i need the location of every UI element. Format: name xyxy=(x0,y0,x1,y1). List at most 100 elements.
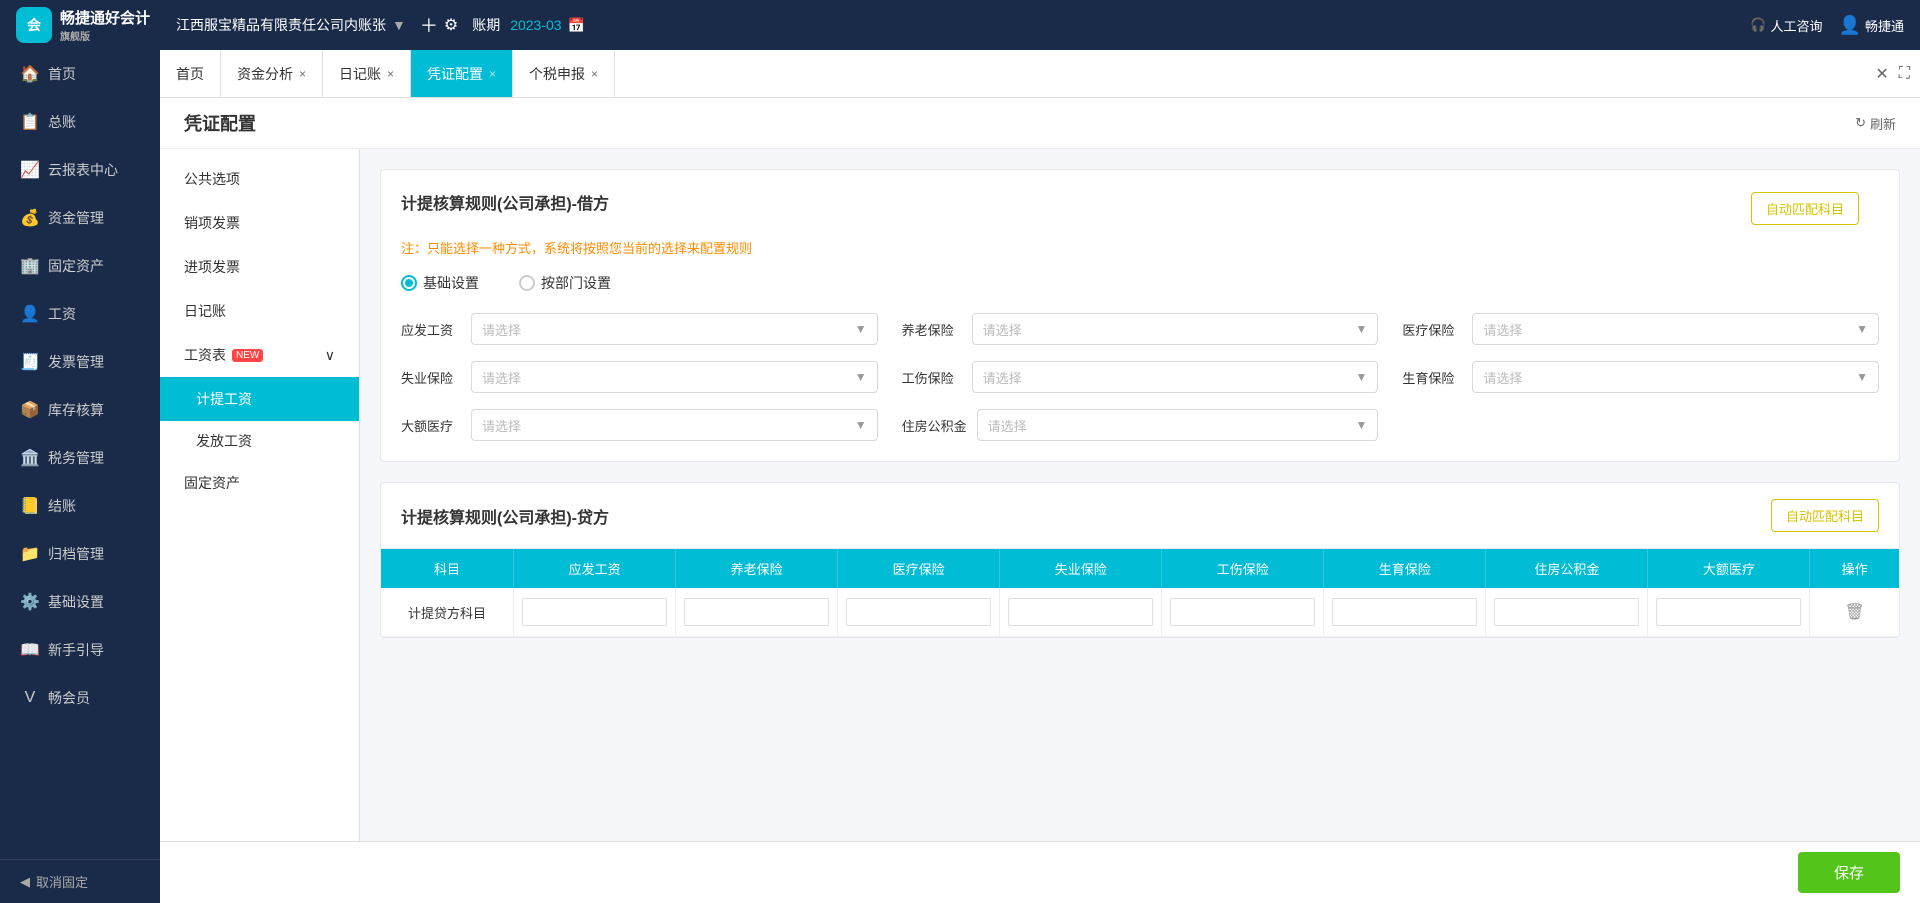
col-work-injury: 工伤保险 xyxy=(1162,549,1324,588)
topbar-company[interactable]: 江西服宝精品有限责任公司内账张 ▼ ＋ ⚙ 账期 2023-03 📅 xyxy=(176,12,1750,38)
input-work-injury[interactable] xyxy=(1170,598,1315,626)
sidebar-item-close[interactable]: 📒 结账 xyxy=(0,482,160,530)
user-name: 畅捷通 xyxy=(1865,16,1904,35)
cell-housing-fund-input[interactable] xyxy=(1486,588,1648,636)
left-menu-payroll-accrual[interactable]: 计提工资 xyxy=(160,377,359,421)
calendar-icon[interactable]: 📅 xyxy=(568,17,585,34)
field-work-injury-select[interactable]: 请选择 ▼ xyxy=(972,361,1379,393)
sidebar-item-payroll[interactable]: 👤 工资 xyxy=(0,290,160,338)
debit-auto-match-button[interactable]: 自动匹配科目 xyxy=(1751,192,1859,225)
cell-large-medical-input[interactable] xyxy=(1648,588,1810,636)
save-button[interactable]: 保存 xyxy=(1798,852,1900,893)
sidebar-item-inventory[interactable]: 📦 库存核算 xyxy=(0,386,160,434)
cell-unemployment-input[interactable] xyxy=(1000,588,1162,636)
left-menu: 公共选项 销项发票 进项发票 日记账 工资表 NEW ∨ xyxy=(160,149,360,841)
refresh-button[interactable]: ↻ 刷新 xyxy=(1855,114,1896,133)
settings-sidebar-icon: ⚙️ xyxy=(20,592,40,612)
tab-tax-report[interactable]: 个税申报 × xyxy=(513,50,615,97)
sidebar-item-reports[interactable]: 📈 云报表中心 xyxy=(0,146,160,194)
field-medical-select[interactable]: 请选择 ▼ xyxy=(1472,313,1879,345)
field-housing-fund: 住房公积金 请选择 ▼ xyxy=(902,409,1379,441)
radio-basic[interactable]: 基础设置 xyxy=(401,273,479,293)
col-medical: 医疗保险 xyxy=(838,549,1000,588)
sidebar-label-home: 首页 xyxy=(48,64,76,84)
tab-fund-analysis[interactable]: 资金分析 × xyxy=(221,50,323,97)
add-company-icon[interactable]: ＋ xyxy=(420,12,438,38)
tab-expand-icon[interactable]: ⛶ xyxy=(1899,65,1910,83)
sidebar-label-guide: 新手引导 xyxy=(48,640,104,660)
sidebar-item-archive[interactable]: 📁 归档管理 xyxy=(0,530,160,578)
field-pension-arrow-icon: ▼ xyxy=(1355,322,1367,336)
input-salary[interactable] xyxy=(522,598,667,626)
col-salary: 应发工资 xyxy=(514,549,676,588)
sidebar-item-vip[interactable]: V 畅会员 xyxy=(0,674,160,722)
cell-maternity-input[interactable] xyxy=(1324,588,1486,636)
service-area[interactable]: 🎧 人工咨询 xyxy=(1750,16,1822,35)
sidebar-item-ledger[interactable]: 📋 总账 xyxy=(0,98,160,146)
cell-pension-input[interactable] xyxy=(676,588,838,636)
tab-journal[interactable]: 日记账 × xyxy=(323,50,411,97)
left-menu-payroll-sheet[interactable]: 工资表 NEW ∨ xyxy=(160,333,359,377)
user-area[interactable]: 👤 畅捷通 xyxy=(1839,15,1904,36)
field-salary-select[interactable]: 请选择 ▼ xyxy=(471,313,878,345)
col-pension: 养老保险 xyxy=(676,549,838,588)
tab-voucher-config-close[interactable]: × xyxy=(489,67,496,81)
tab-journal-close[interactable]: × xyxy=(387,67,394,81)
left-menu-journal[interactable]: 日记账 xyxy=(160,289,359,333)
tab-voucher-config[interactable]: 凭证配置 × xyxy=(411,50,513,97)
left-menu-fixed-assets-label: 固定资产 xyxy=(184,473,240,493)
field-large-medical-select[interactable]: 请选择 ▼ xyxy=(471,409,878,441)
cell-action[interactable]: 🗑 xyxy=(1810,588,1899,636)
sidebar-item-tax[interactable]: 🏛️ 税务管理 xyxy=(0,434,160,482)
left-menu-fixed-assets[interactable]: 固定资产 xyxy=(160,461,359,505)
input-unemployment[interactable] xyxy=(1008,598,1153,626)
credit-auto-match-button[interactable]: 自动匹配科目 xyxy=(1771,499,1879,532)
tab-home[interactable]: 首页 xyxy=(160,50,221,97)
field-maternity-select[interactable]: 请选择 ▼ xyxy=(1472,361,1879,393)
cancel-fix-button[interactable]: ◀ 取消固定 xyxy=(0,859,160,903)
radio-dept[interactable]: 按部门设置 xyxy=(519,273,611,293)
tab-close-all-icon[interactable]: ✕ xyxy=(1875,64,1888,84)
field-unemployment-select[interactable]: 请选择 ▼ xyxy=(471,361,878,393)
input-large-medical[interactable] xyxy=(1656,598,1801,626)
tab-fund-analysis-close[interactable]: × xyxy=(299,67,306,81)
input-medical[interactable] xyxy=(846,598,991,626)
field-large-medical-arrow-icon: ▼ xyxy=(855,418,867,432)
field-work-injury: 工伤保险 请选择 ▼ xyxy=(902,361,1379,393)
ledger-icon: 📋 xyxy=(20,112,40,132)
delete-row-icon[interactable]: 🗑 xyxy=(1845,602,1865,622)
sidebar-item-guide[interactable]: 📖 新手引导 xyxy=(0,626,160,674)
field-pension-select[interactable]: 请选择 ▼ xyxy=(972,313,1379,345)
tab-tax-report-close[interactable]: × xyxy=(591,67,598,81)
cell-salary-input[interactable] xyxy=(514,588,676,636)
sidebar-item-invoice[interactable]: 🧾 发票管理 xyxy=(0,338,160,386)
settings-icon[interactable]: ⚙ xyxy=(444,15,458,35)
sidebar-item-home[interactable]: 🏠 首页 xyxy=(0,50,160,98)
radio-group: 基础设置 按部门设置 xyxy=(401,273,1879,293)
left-menu-purchase-invoice[interactable]: 进项发票 xyxy=(160,245,359,289)
cell-work-injury-input[interactable] xyxy=(1162,588,1324,636)
left-menu-journal-label: 日记账 xyxy=(184,301,226,321)
field-salary-arrow-icon: ▼ xyxy=(855,322,867,336)
sidebar-item-assets[interactable]: 🏢 固定资产 xyxy=(0,242,160,290)
sidebar-item-funds[interactable]: 💰 资金管理 xyxy=(0,194,160,242)
left-menu-public[interactable]: 公共选项 xyxy=(160,157,359,201)
radio-dept-label: 按部门设置 xyxy=(541,273,611,293)
left-menu-payroll-sheet-label: 工资表 xyxy=(184,345,226,365)
field-housing-fund-select[interactable]: 请选择 ▼ xyxy=(977,409,1379,441)
field-unemployment-label: 失业保险 xyxy=(401,368,461,387)
left-menu-sales-invoice[interactable]: 销项发票 xyxy=(160,201,359,245)
left-menu-payroll-payment[interactable]: 发放工资 xyxy=(160,421,359,461)
save-bar: 保存 xyxy=(160,841,1920,903)
input-pension[interactable] xyxy=(684,598,829,626)
input-housing-fund[interactable] xyxy=(1494,598,1639,626)
company-dropdown-icon[interactable]: ▼ xyxy=(392,17,406,33)
cell-medical-input[interactable] xyxy=(838,588,1000,636)
logo-area: 会 畅捷通好会计 旗舰版 xyxy=(16,7,176,43)
field-unemployment: 失业保险 请选择 ▼ xyxy=(401,361,878,393)
sidebar-label-assets: 固定资产 xyxy=(48,256,104,276)
tab-journal-label: 日记账 xyxy=(339,64,381,84)
page-header: 凭证配置 ↻ 刷新 xyxy=(160,98,1920,149)
input-maternity[interactable] xyxy=(1332,598,1477,626)
sidebar-item-settings[interactable]: ⚙️ 基础设置 xyxy=(0,578,160,626)
